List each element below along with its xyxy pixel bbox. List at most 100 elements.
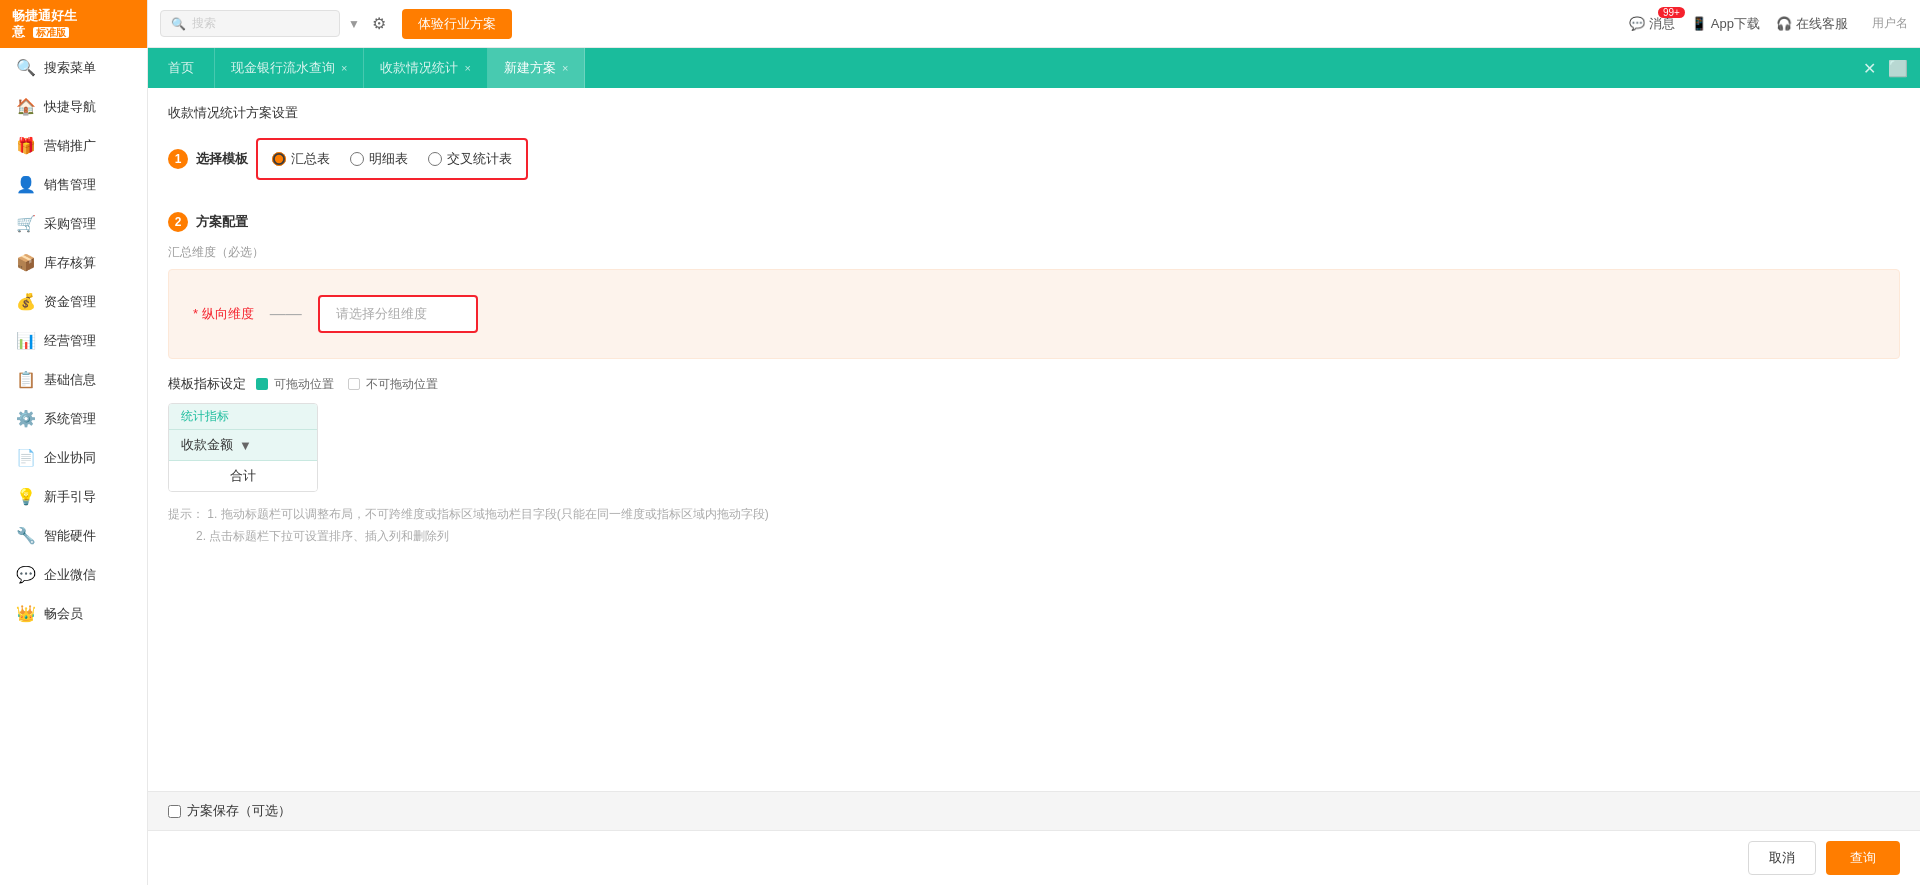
sidebar-item-basic-info[interactable]: 📋 基础信息 [0, 360, 147, 399]
section2-number: 2 [168, 212, 188, 232]
user-icon: 👤 [16, 175, 36, 194]
bulb-icon: 💡 [16, 487, 36, 506]
movable-badge [256, 378, 268, 390]
tips-title: 提示： 1. 拖动标题栏可以调整布局，不可跨维度或指标区域拖动栏目字段(只能在同… [168, 504, 1900, 526]
vertical-dimension-label: 纵向维度 [193, 305, 254, 323]
dimension-selector[interactable]: 请选择分组维度 [318, 295, 478, 333]
query-button[interactable]: 查询 [1826, 841, 1900, 875]
tab-collection-stats[interactable]: 收款情况统计 × [364, 48, 487, 88]
movable-legend: 可拖动位置 不可拖动位置 [256, 376, 438, 393]
sidebar-item-label: 新手引导 [44, 488, 96, 506]
search-menu-icon: 🔍 [16, 58, 36, 77]
sidebar-item-operation[interactable]: 📊 经营管理 [0, 321, 147, 360]
main-area: 🔍 搜索 ▼ ⚙ 体验行业方案 💬 消息 99+ 📱 App下载 🎧 在线客服 … [148, 0, 1920, 885]
sidebar-item-new-guide[interactable]: 💡 新手引导 [0, 477, 147, 516]
sidebar-item-label: 畅会员 [44, 605, 83, 623]
dropdown-arrow-icon[interactable]: ▼ [348, 17, 360, 31]
sidebar-item-sales[interactable]: 👤 销售管理 [0, 165, 147, 204]
footer: 方案保存（可选） [148, 791, 1920, 830]
tab-new-plan-label: 新建方案 [504, 59, 556, 77]
topbar-right: 💬 消息 99+ 📱 App下载 🎧 在线客服 用户名 [1629, 15, 1908, 33]
sidebar-item-enterprise-collab[interactable]: 📄 企业协同 [0, 438, 147, 477]
radio-summary[interactable] [272, 152, 286, 166]
page-title: 收款情况统计方案设置 [168, 104, 1900, 122]
clipboard-icon: 📋 [16, 370, 36, 389]
dimension-label: 汇总维度（必选） [168, 244, 1900, 261]
search-placeholder: 搜索 [192, 15, 216, 32]
trial-button[interactable]: 体验行业方案 [402, 9, 512, 39]
sidebar-item-smart-hardware[interactable]: 🔧 智能硬件 [0, 516, 147, 555]
tab-restore-icon[interactable]: ⬜ [1888, 59, 1908, 78]
app-download-item[interactable]: 📱 App下载 [1691, 15, 1760, 33]
radio-detail[interactable] [350, 152, 364, 166]
search-box[interactable]: 🔍 搜索 [160, 10, 340, 37]
tips-section: 提示： 1. 拖动标题栏可以调整布局，不可跨维度或指标区域拖动栏目字段(只能在同… [168, 504, 1900, 547]
sidebar-item-enterprise-wechat[interactable]: 💬 企业微信 [0, 555, 147, 594]
tabbar: 首页 现金银行流水查询 × 收款情况统计 × 新建方案 × ✕ ⬜ [148, 48, 1920, 88]
message-badge: 99+ [1658, 7, 1685, 18]
radio-cross[interactable] [428, 152, 442, 166]
indicator-table: 统计指标 收款金额 ▼ 合计 [168, 403, 318, 492]
sidebar-item-label: 经营管理 [44, 332, 96, 350]
tab-new-plan-close[interactable]: × [562, 62, 568, 74]
section-config: 2 方案配置 汇总维度（必选） 纵向维度 —— 请选择分组维度 [168, 212, 1900, 547]
app-download-label: App下载 [1711, 15, 1760, 33]
sidebar-item-purchase[interactable]: 🛒 采购管理 [0, 204, 147, 243]
sidebar-item-marketing[interactable]: 🎁 营销推广 [0, 126, 147, 165]
option-detail-label: 明细表 [369, 150, 408, 168]
sidebar-item-label: 企业协同 [44, 449, 96, 467]
tip1: 1. 拖动标题栏可以调整布局，不可跨维度或指标区域拖动栏目字段(只能在同一维度或… [207, 507, 768, 521]
sidebar-item-label: 采购管理 [44, 215, 96, 233]
online-support-item[interactable]: 🎧 在线客服 [1776, 15, 1848, 33]
option-cross-label: 交叉统计表 [447, 150, 512, 168]
option-detail[interactable]: 明细表 [350, 150, 408, 168]
tab-close-all-icon[interactable]: ✕ [1863, 59, 1876, 78]
option-summary[interactable]: 汇总表 [272, 150, 330, 168]
tab-home[interactable]: 首页 [148, 48, 215, 88]
sidebar-item-search-menu[interactable]: 🔍 搜索菜单 [0, 48, 147, 87]
tabbar-actions: ✕ ⬜ [1863, 59, 1920, 78]
headset-icon: 🎧 [1776, 16, 1792, 31]
tab-collection-stats-close[interactable]: × [464, 62, 470, 74]
save-checkbox[interactable] [168, 805, 181, 818]
option-cross[interactable]: 交叉统计表 [428, 150, 512, 168]
sidebar-item-finance[interactable]: 💰 资金管理 [0, 282, 147, 321]
dimension-row: 纵向维度 —— 请选择分组维度 [193, 295, 1875, 333]
tip2: 2. 点击标题栏下拉可设置排序、插入列和删除列 [168, 526, 1900, 548]
tab-cash-bank[interactable]: 现金银行流水查询 × [215, 48, 364, 88]
section1-title: 选择模板 [196, 150, 248, 168]
chat-icon: 💬 [16, 565, 36, 584]
user-name: 用户名 [1872, 15, 1908, 32]
column-header[interactable]: 收款金额 ▼ [169, 430, 317, 461]
indicator-settings: 模板指标设定 可拖动位置 不可拖动位置 统计指标 [168, 375, 1900, 492]
logo-badge: 标准版 [33, 27, 69, 38]
message-item[interactable]: 💬 消息 99+ [1629, 15, 1675, 33]
sidebar-item-system[interactable]: ⚙️ 系统管理 [0, 399, 147, 438]
logo-subtext: 意 标准版 [12, 24, 77, 40]
sidebar-item-label: 基础信息 [44, 371, 96, 389]
sidebar-item-label: 企业微信 [44, 566, 96, 584]
sidebar-item-inventory[interactable]: 📦 库存核算 [0, 243, 147, 282]
tab-cash-bank-close[interactable]: × [341, 62, 347, 74]
settings-icon[interactable]: ⚙ [372, 14, 386, 33]
section2-header: 2 方案配置 [168, 212, 1900, 232]
template-options: 汇总表 明细表 交叉统计表 [256, 138, 528, 180]
not-movable-badge [348, 378, 360, 390]
tab-collection-stats-label: 收款情况统计 [380, 59, 458, 77]
section1-number: 1 [168, 149, 188, 169]
section1-header: 1 选择模板 汇总表 明细表 交叉统计表 [168, 138, 1900, 180]
tab-new-plan[interactable]: 新建方案 × [488, 48, 585, 88]
save-option-label: 方案保存（可选） [187, 802, 291, 820]
sidebar-logo: 畅捷通好生 意 标准版 [0, 0, 147, 48]
cancel-button[interactable]: 取消 [1748, 841, 1816, 875]
sidebar-item-label: 营销推广 [44, 137, 96, 155]
section-template: 1 选择模板 汇总表 明细表 交叉统计表 [168, 138, 1900, 192]
content-area: 收款情况统计方案设置 1 选择模板 汇总表 明细表 [148, 88, 1920, 885]
sidebar-item-label: 快捷导航 [44, 98, 96, 116]
search-icon: 🔍 [171, 17, 186, 31]
sidebar-item-member[interactable]: 👑 畅会员 [0, 594, 147, 633]
save-option[interactable]: 方案保存（可选） [168, 802, 291, 820]
logo-text: 畅捷通好生 [12, 8, 77, 24]
home-icon: 🏠 [16, 97, 36, 116]
sidebar-item-quick-nav[interactable]: 🏠 快捷导航 [0, 87, 147, 126]
